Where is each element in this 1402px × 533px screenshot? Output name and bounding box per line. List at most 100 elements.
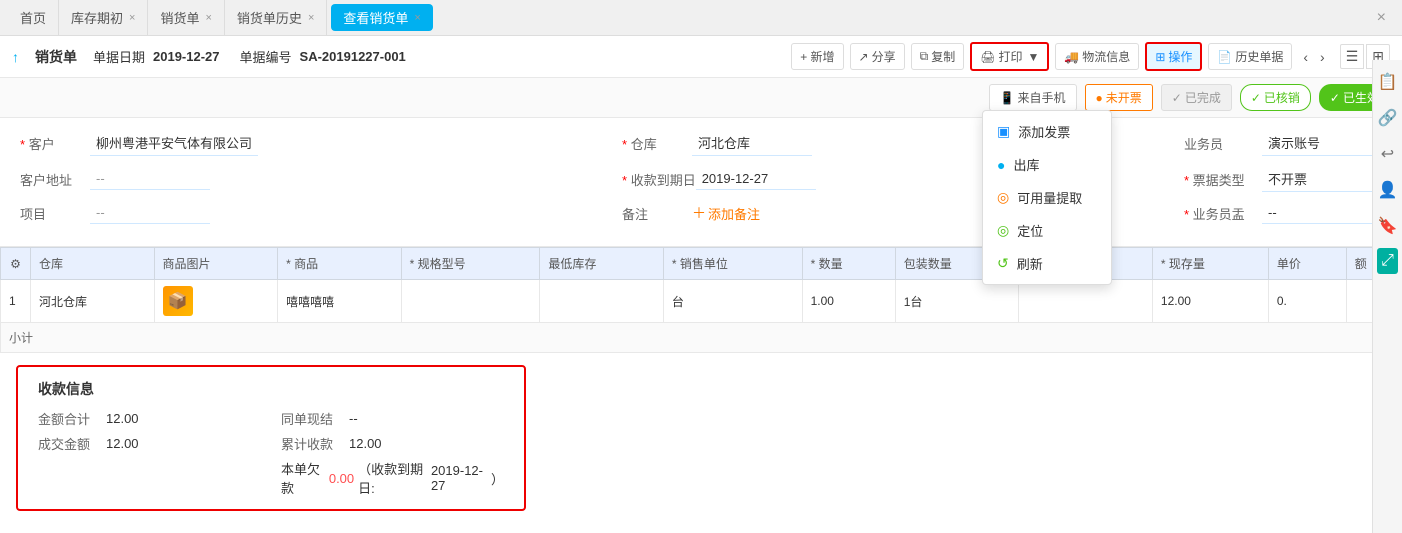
row-qty: 1.00 [802,280,895,323]
print-icon: 🖨 [980,50,995,64]
close-inventory-tab[interactable]: × [129,12,135,24]
doc-actions: + 新增 ↗ 分享 ⧉ 复制 🖨 打印 ▼ 🚚 物流信息 ⊞ 操作 [791,42,1390,71]
list-view-button[interactable]: ☰ [1340,44,1365,69]
locate-icon: ◎ [997,222,1009,239]
done-button[interactable]: ✓ 已完成 [1161,84,1232,111]
doc-type-label: 销货单 [35,47,77,67]
deal-value: 12.00 [106,436,139,451]
same-order-value: -- [349,411,358,426]
address-value[interactable]: -- [90,168,210,190]
same-order-label: 同单现结 [281,409,341,428]
owed-label: 本单欠款 [281,459,325,497]
not-open-button[interactable]: ● 未开票 [1085,84,1153,111]
close-view-tab[interactable]: × [414,12,420,24]
sidebar-tag-icon[interactable]: 🔖 [1374,212,1402,240]
table-container: ⚙ 仓库 商品图片 * 商品 * 规格型号 最低库存 * 销售单位 * 数量 包… [0,247,1402,353]
doc-title-group: ↑ 销货单 [12,47,77,67]
row-price: 0. [1268,280,1346,323]
project-value[interactable]: -- [90,202,210,224]
tab-view-sales[interactable]: 查看销货单 × [331,4,432,31]
sidebar-user-icon[interactable]: 👤 [1374,176,1402,204]
tab-sales-order[interactable]: 销货单 × [148,0,224,35]
add-invoice-label: 添加发票 [1018,122,1070,141]
tab-home[interactable]: 首页 [8,0,59,35]
table-header-row: ⚙ 仓库 商品图片 * 商品 * 规格型号 最低库存 * 销售单位 * 数量 包… [1,248,1402,280]
sidebar-back-icon[interactable]: ↩ [1377,140,1398,168]
staff2-field: * 业务员盂 -- [1184,202,1382,224]
window-close-button[interactable]: × [1369,9,1394,27]
doc-meta: 单据日期 2019-12-27 单据编号 SA-20191227-001 [93,47,406,66]
payment-title: 收款信息 [38,379,504,399]
right-sidebar: 📋 🔗 ↩ 👤 🔖 ⤢ [1372,60,1402,533]
ship-item[interactable]: ● 出库 [983,148,1111,181]
staff2-label: * 业务员盂 [1184,204,1254,223]
cumulative-label: 累计收款 [281,434,341,453]
form-row-3: 项目 -- 备注 ＋ 添加备注 * 业务员盂 -- [20,202,1382,224]
warehouse-value[interactable]: 河北仓库 [692,130,812,156]
refresh-item[interactable]: ↺ 刷新 [983,247,1111,280]
table-row: 1 河北仓库 📦 嘻嘻嘻嘻 台 1.00 1台 12.00 0. [1,280,1402,323]
add-invoice-item[interactable]: ▣ 添加发票 [983,115,1111,148]
form-area: * 客户 柳州粤港平安气体有限公司 * 仓库 河北仓库 业务员 演示账号 客户地… [0,118,1402,247]
history-button[interactable]: 📄 历史单据 [1208,43,1292,70]
due-date-label: * 收款到期日 [622,170,696,189]
warehouse-label: * 仓库 [622,134,692,153]
staff-field: 业务员 演示账号 [1184,130,1382,156]
from-phone-button[interactable]: 📱 来自手机 [989,84,1077,111]
min-stock-col-header: 最低库存 [540,248,664,280]
grid-icon: ⊞ [1155,50,1165,64]
due-date-value[interactable]: 2019-12-27 [696,168,816,190]
row-pkg-qty: 1台 [895,280,1019,323]
sidebar-expand-icon[interactable]: ⤢ [1377,248,1398,274]
items-table: ⚙ 仓库 商品图片 * 商品 * 规格型号 最低库存 * 销售单位 * 数量 包… [0,247,1402,353]
invoice-icon: ▣ [997,123,1010,140]
refresh-icon: ↺ [997,255,1009,272]
print-button[interactable]: 🖨 打印 ▼ [970,42,1049,71]
prev-arrow[interactable]: ‹ [1298,46,1313,68]
sidebar-doc-icon[interactable]: 📋 [1374,68,1402,96]
number-value: SA-20191227-001 [300,49,406,64]
copy-icon: ⧉ [920,49,929,64]
tab-sales-history[interactable]: 销货单历史 × [225,0,327,35]
phone-icon: 📱 [1000,91,1015,105]
form-row-2: 客户地址 -- * 收款到期日 2019-12-27 * 票据类型 不开票 [20,166,1382,192]
logistics-button[interactable]: 🚚 物流信息 [1055,43,1139,70]
customer-value[interactable]: 柳州粤港平安气体有限公司 [90,130,258,156]
operations-button[interactable]: ⊞ 操作 [1145,42,1202,71]
form-row-1: * 客户 柳州粤港平安气体有限公司 * 仓库 河北仓库 业务员 演示账号 [20,130,1382,156]
address-label: 客户地址 [20,170,90,189]
owed-hint2: ） [491,469,504,488]
same-order-item: 同单现结 -- [281,409,504,428]
row-warehouse: 河北仓库 [31,280,155,323]
new-button[interactable]: + 新增 [791,43,843,70]
total-value: 12.00 [106,411,139,426]
ticket-value: 不开票 [1262,166,1382,192]
ticket-icon: ● [1096,91,1103,105]
locate-item[interactable]: ◎ 定位 [983,214,1111,247]
refresh-label: 刷新 [1017,254,1043,273]
close-history-tab[interactable]: × [308,12,314,24]
available-qty-item[interactable]: ◎ 可用量提取 [983,181,1111,214]
owed-item: 本单欠款 0.00 （收款到期日: 2019-12-27 ） [281,459,504,497]
settings-col-header[interactable]: ⚙ [1,248,31,280]
row-spec [401,280,540,323]
doc-icon: ↑ [12,49,19,65]
staff-label: 业务员 [1184,134,1254,153]
date-value: 2019-12-27 [153,49,220,64]
cancelled-button[interactable]: ✓ 已核销 [1240,84,1311,111]
sidebar-link-icon[interactable]: 🔗 [1374,104,1402,132]
ticket-label: * 票据类型 [1184,170,1254,189]
next-arrow[interactable]: › [1315,46,1330,68]
share-button[interactable]: ↗ 分享 [850,43,905,70]
warehouse-col-header: 仓库 [31,248,155,280]
tab-inventory[interactable]: 库存期初 × [59,0,148,35]
copy-button[interactable]: ⧉ 复制 [911,43,965,70]
ship-label: 出库 [1013,155,1039,174]
total-amount-item: 金额合计 12.00 [38,409,261,428]
add-note-button[interactable]: ＋ 添加备注 [692,203,760,223]
close-sales-tab[interactable]: × [205,12,211,24]
product-col-header: * 商品 [278,248,402,280]
available-qty-label: 可用量提取 [1017,188,1082,207]
notes-label: 备注 [622,204,692,223]
staff-value: 演示账号 [1262,130,1382,156]
